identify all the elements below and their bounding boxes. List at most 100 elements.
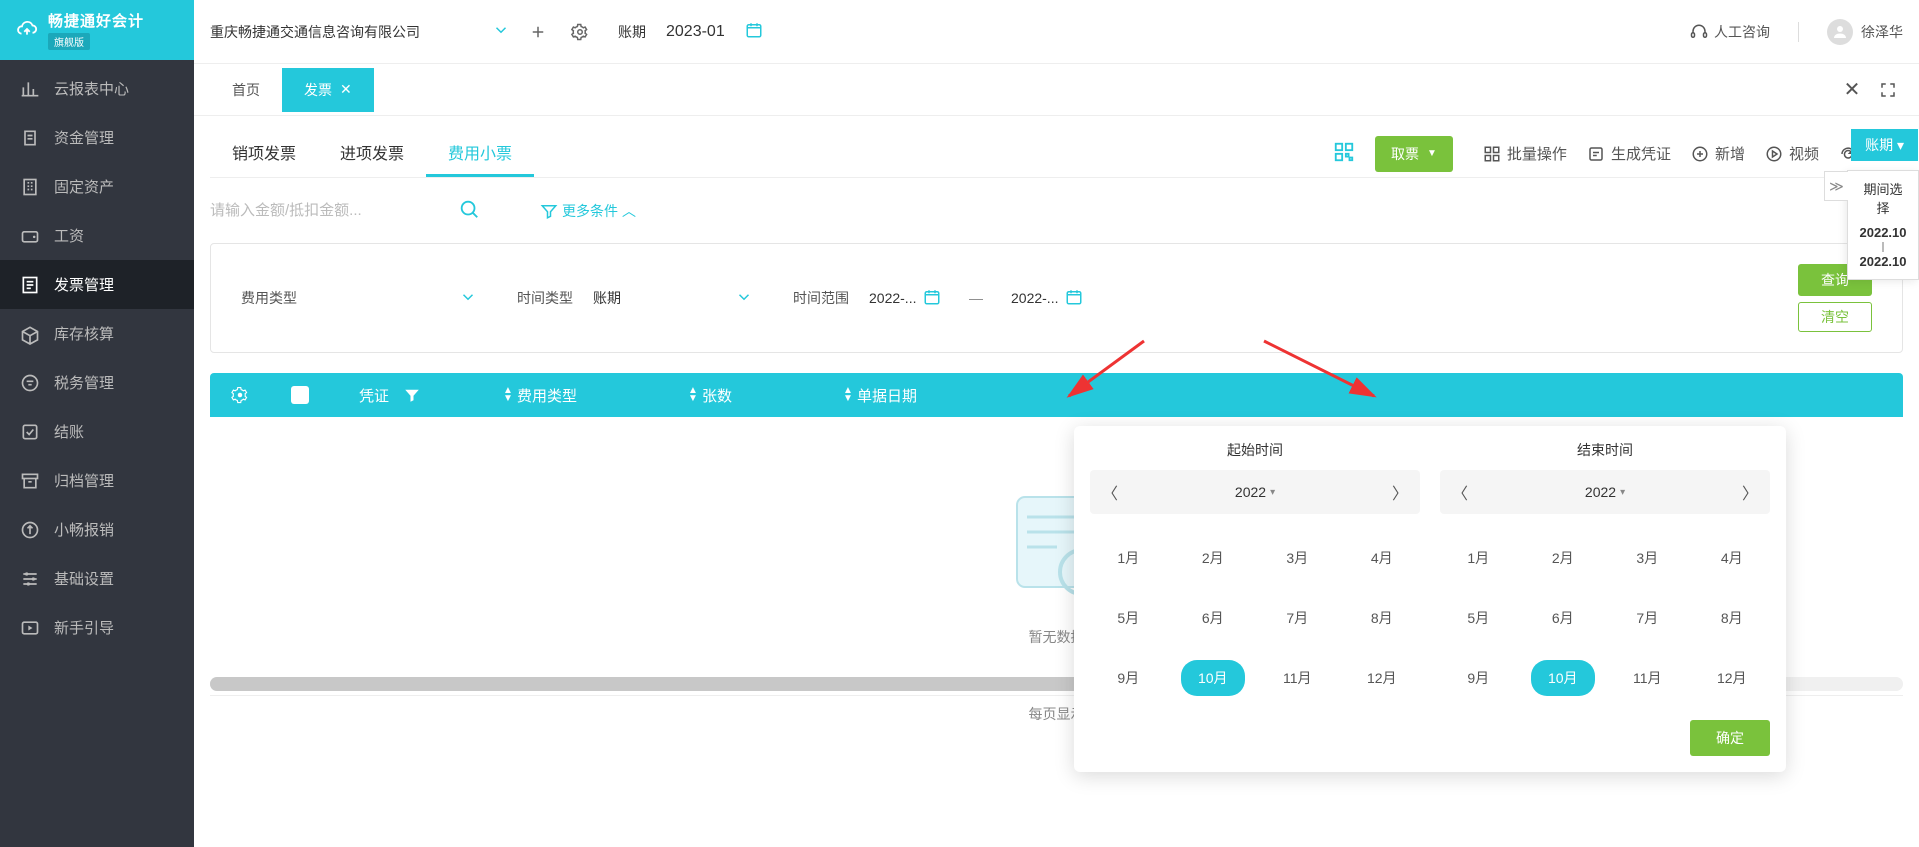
fee-type-column[interactable]: ▲▼ 费用类型 [450, 385, 630, 406]
sidebar-item-close-book[interactable]: 结账 [0, 407, 194, 456]
sidebar-item-chart[interactable]: 云报表中心 [0, 64, 194, 113]
period-from[interactable]: 2022.10 [1858, 223, 1908, 242]
sort-icon: ▲▼ [688, 387, 698, 403]
sidebar-item-label: 小畅报销 [54, 519, 114, 540]
next-year-button[interactable]: 〉 [1742, 480, 1758, 504]
table-header: 凭证 ▲▼ 费用类型 ▲▼ 张数 ▲▼ 单据日期 [210, 373, 1903, 417]
subtab[interactable]: 销项发票 [210, 130, 318, 177]
month-cell[interactable]: 3月 [1265, 540, 1330, 576]
batch-action-button[interactable]: 批量操作 [1473, 137, 1577, 170]
month-cell[interactable]: 3月 [1615, 540, 1680, 576]
month-cell[interactable]: 8月 [1350, 600, 1415, 636]
month-cell[interactable]: 7月 [1265, 600, 1330, 636]
collapse-panel-button[interactable]: ≫ [1824, 171, 1848, 201]
bill-date-column[interactable]: ▲▼ 单据日期 [790, 385, 970, 406]
month-cell[interactable]: 11月 [1615, 660, 1680, 696]
month-cell[interactable]: 12月 [1350, 660, 1415, 696]
subtab[interactable]: 费用小票 [426, 130, 534, 177]
close-icon[interactable]: ✕ [340, 81, 352, 98]
voucher-column[interactable]: 凭证 [330, 385, 450, 406]
main-area: 重庆畅捷通交通信息咨询有限公司 账期 2023-01 人工咨询 [194, 0, 1919, 847]
count-column[interactable]: ▲▼ 张数 [630, 385, 790, 406]
sidebar-item-tax[interactable]: 税务管理 [0, 358, 194, 407]
month-cell[interactable]: 2月 [1531, 540, 1596, 576]
fullscreen-button[interactable] [1873, 75, 1903, 105]
sidebar-item-guide[interactable]: 新手引导 [0, 603, 194, 652]
month-cell[interactable]: 4月 [1700, 540, 1765, 576]
prev-year-button[interactable]: 〈 [1452, 480, 1468, 504]
next-year-button[interactable]: 〉 [1392, 480, 1408, 504]
add-button[interactable] [524, 18, 552, 46]
month-cell[interactable]: 6月 [1181, 600, 1246, 636]
sidebar-item-money[interactable]: 资金管理 [0, 113, 194, 162]
fee-type-select[interactable] [317, 288, 477, 309]
month-cell[interactable]: 8月 [1700, 600, 1765, 636]
reimburse-icon [20, 520, 40, 540]
month-cell[interactable]: 11月 [1265, 660, 1330, 696]
end-title: 结束时间 [1440, 440, 1770, 460]
sidebar-item-settings[interactable]: 基础设置 [0, 554, 194, 603]
support-link[interactable]: 人工咨询 [1690, 22, 1770, 42]
sidebar-item-archive[interactable]: 归档管理 [0, 456, 194, 505]
sidebar-item-label: 固定资产 [54, 176, 114, 197]
sidebar-item-label: 云报表中心 [54, 78, 129, 99]
close-tab-button[interactable]: ✕ [1837, 75, 1867, 105]
sidebar-item-label: 发票管理 [54, 274, 114, 295]
time-type-select[interactable]: 账期 [593, 288, 753, 309]
sidebar-item-stock[interactable]: 库存核算 [0, 309, 194, 358]
qr-icon[interactable] [1333, 141, 1355, 166]
month-cell[interactable]: 1月 [1446, 540, 1511, 576]
start-date-picker[interactable]: 2022-... [869, 288, 941, 309]
period-to[interactable]: 2022.10 [1858, 252, 1908, 271]
money-icon [20, 128, 40, 148]
settings-button[interactable] [566, 18, 594, 46]
end-date-picker[interactable]: 2022-... [1011, 288, 1083, 309]
month-cell[interactable]: 9月 [1096, 660, 1161, 696]
month-cell[interactable]: 9月 [1446, 660, 1511, 696]
page-tab[interactable]: 发票✕ [282, 68, 374, 112]
month-cell[interactable]: 10月 [1531, 660, 1596, 696]
month-cell[interactable]: 10月 [1181, 660, 1246, 696]
gen-voucher-button[interactable]: 生成凭证 [1577, 137, 1681, 170]
video-button[interactable]: 视频 [1755, 137, 1829, 170]
month-cell[interactable]: 2月 [1181, 540, 1246, 576]
add-button[interactable]: 新增 [1681, 137, 1755, 170]
gear-column[interactable] [210, 386, 270, 404]
month-cell[interactable]: 5月 [1096, 600, 1161, 636]
year-selector[interactable]: 2022▾ [1585, 484, 1625, 500]
chevron-down-icon: ▼ [1427, 148, 1437, 159]
month-cell[interactable]: 5月 [1446, 600, 1511, 636]
sidebar-item-wallet[interactable]: 工资 [0, 211, 194, 260]
period-panel-title: 期间选择 [1858, 179, 1908, 217]
month-cell[interactable]: 12月 [1700, 660, 1765, 696]
search-icon[interactable] [458, 198, 480, 223]
guide-icon [20, 618, 40, 638]
company-selector[interactable]: 重庆畅捷通交通信息咨询有限公司 [210, 15, 510, 48]
more-conditions-toggle[interactable]: 更多条件 ︿ [540, 201, 636, 221]
end-date-column: 结束时间 〈 2022▾ 〉 1月 2月 3月 4月 5月 6月 7月 8月 9月 10月 11月 1… [1440, 440, 1770, 756]
period-tag[interactable]: 账期 ▾ [1851, 129, 1918, 161]
sidebar-item-invoice[interactable]: 发票管理 [0, 260, 194, 309]
sidebar-item-building[interactable]: 固定资产 [0, 162, 194, 211]
month-cell[interactable]: 7月 [1615, 600, 1680, 636]
chevron-down-icon [492, 21, 510, 42]
user-menu[interactable]: 徐泽华 [1827, 19, 1903, 45]
building-icon [20, 177, 40, 197]
select-all-checkbox[interactable] [270, 386, 330, 404]
start-date-column: 起始时间 〈 2022▾ 〉 1月2月3月4月5月6月7月8月9月10月11月1… [1090, 440, 1420, 756]
year-selector[interactable]: 2022▾ [1235, 484, 1275, 500]
prev-year-button[interactable]: 〈 [1102, 480, 1118, 504]
calendar-icon[interactable] [745, 21, 763, 42]
month-cell[interactable]: 6月 [1531, 600, 1596, 636]
month-cell[interactable]: 4月 [1350, 540, 1415, 576]
period-label: 账期 [618, 22, 646, 42]
confirm-button[interactable]: 确定 [1690, 720, 1770, 756]
subtab[interactable]: 进项发票 [318, 130, 426, 177]
stock-icon [20, 324, 40, 344]
fetch-invoice-button[interactable]: 取票 ▼ [1375, 136, 1453, 172]
page-tab[interactable]: 首页 [210, 68, 282, 112]
month-cell[interactable]: 1月 [1096, 540, 1161, 576]
clear-button[interactable]: 清空 [1798, 302, 1872, 332]
amount-input[interactable] [210, 202, 430, 219]
sidebar-item-reimburse[interactable]: 小畅报销 [0, 505, 194, 554]
